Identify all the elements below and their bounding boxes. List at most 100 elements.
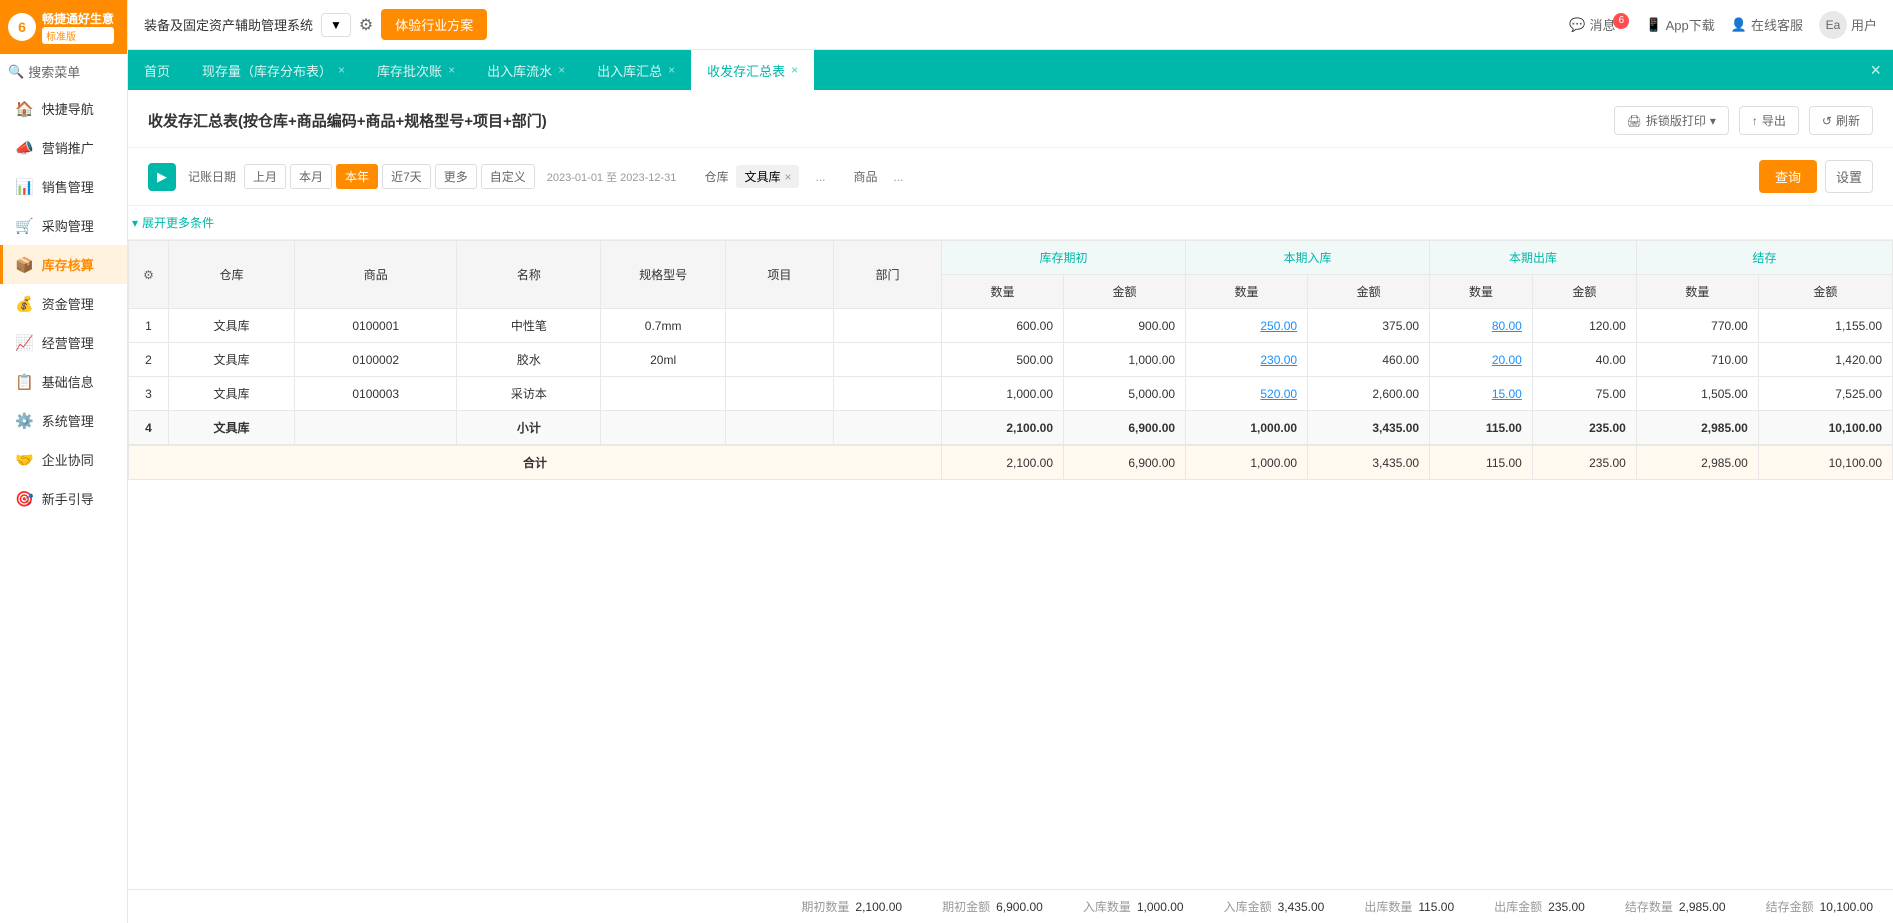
tab-receive-summary[interactable]: 收发存汇总表 ×: [691, 50, 814, 90]
tab-summary[interactable]: 出入库汇总 ×: [581, 50, 691, 90]
bottom-in-amt: 入库金额 3,435.00: [1224, 898, 1325, 915]
page-title: 收发存汇总表(按仓库+商品编码+商品+规格型号+项目+部门): [148, 110, 547, 131]
logo-text: 畅捷通好生意 标准版: [42, 10, 114, 44]
report-header: 收发存汇总表(按仓库+商品编码+商品+规格型号+项目+部门) 🖨 拆锁版打印 ▾…: [128, 90, 1893, 148]
goods-more-dots[interactable]: ...: [894, 170, 904, 184]
this-month-btn[interactable]: 本月: [290, 164, 332, 189]
message-item[interactable]: 💬 消息 6: [1569, 15, 1629, 34]
sidebar-item-operation[interactable]: 📈 经营管理: [0, 323, 127, 362]
table-row-warehouse: 文具库: [169, 377, 295, 411]
table-row-project: [725, 411, 833, 446]
close-all-tabs-icon[interactable]: ×: [1870, 60, 1893, 81]
filter-toggle-button[interactable]: ▶: [148, 163, 176, 191]
custom-date-btn[interactable]: 自定义: [481, 164, 535, 189]
sidebar-item-enterprise[interactable]: 🤝 企业协同: [0, 440, 127, 479]
warehouse-tag: 文具库 ×: [736, 165, 799, 188]
table-footer: 合计 2,100.00 6,900.00 1,000.00 3,435.00 1…: [129, 445, 1893, 480]
this-year-btn[interactable]: 本年: [336, 164, 378, 189]
more-date-btn[interactable]: 更多: [435, 164, 477, 189]
table-row-balance-qty: 1,505.00: [1636, 377, 1758, 411]
last-7days-btn[interactable]: 近7天: [382, 164, 431, 189]
goods-spec-header: 规格型号: [601, 241, 725, 309]
sidebar-item-sales[interactable]: 📊 销售管理: [0, 167, 127, 206]
sidebar-item-quick-nav[interactable]: 🏠 快捷导航: [0, 89, 127, 128]
table-row-in-qty[interactable]: 230.00: [1186, 343, 1308, 377]
refresh-button[interactable]: ↺ 刷新: [1809, 106, 1873, 135]
refresh-icon: ↺: [1822, 114, 1832, 128]
trial-button[interactable]: 体验行业方案: [381, 9, 487, 40]
table-settings-header[interactable]: ⚙: [129, 241, 169, 309]
warehouse-more-dots[interactable]: ...: [815, 170, 825, 184]
expand-button[interactable]: ▾ 展开更多条件: [132, 214, 1889, 231]
gear-icon[interactable]: ⚙: [359, 15, 373, 35]
tab-close-flow[interactable]: ×: [558, 63, 565, 77]
balance-amt-header: 金额: [1758, 275, 1892, 309]
table-row-in-amt: 2,600.00: [1308, 377, 1430, 411]
query-button[interactable]: 查询: [1759, 160, 1817, 193]
table-row-balance-qty: 770.00: [1636, 309, 1758, 343]
sidebar-item-guide[interactable]: 🎯 新手引导: [0, 479, 127, 518]
sidebar-item-system[interactable]: ⚙️ 系统管理: [0, 401, 127, 440]
last-month-btn[interactable]: 上月: [244, 164, 286, 189]
table-row-project: [725, 343, 833, 377]
print-icon: 🖨: [1627, 114, 1642, 128]
table-row-code: 0100001: [295, 309, 457, 343]
footer-balance-qty: 2,985.00: [1636, 445, 1758, 480]
table-row-in-qty[interactable]: 250.00: [1186, 309, 1308, 343]
table-row-in-amt: 3,435.00: [1308, 411, 1430, 446]
table-row-code: [295, 411, 457, 446]
table-row-opening-qty: 2,100.00: [942, 411, 1064, 446]
report-container: 收发存汇总表(按仓库+商品编码+商品+规格型号+项目+部门) 🖨 拆锁版打印 ▾…: [128, 90, 1893, 889]
footer-opening-qty: 2,100.00: [942, 445, 1064, 480]
table-row-spec: [601, 411, 725, 446]
sidebar-item-purchase[interactable]: 🛒 采购管理: [0, 206, 127, 245]
sidebar-item-basic[interactable]: 📋 基础信息: [0, 362, 127, 401]
table-row-opening-qty: 1,000.00: [942, 377, 1064, 411]
bottom-in-qty: 入库数量 1,000.00: [1083, 898, 1184, 915]
sidebar-item-marketing[interactable]: 📣 营销推广: [0, 128, 127, 167]
tab-batch-ledger[interactable]: 库存批次账 ×: [361, 50, 471, 90]
table-row-out-qty[interactable]: 15.00: [1430, 377, 1533, 411]
search-menu-item[interactable]: 🔍 搜索菜单: [0, 54, 127, 89]
sidebar-item-inventory[interactable]: 📦 库存核算: [0, 245, 127, 284]
tab-home[interactable]: 首页: [128, 50, 186, 90]
app-download-item[interactable]: 📱 App下载: [1645, 15, 1714, 34]
bottom-opening-qty: 期初数量 2,100.00: [801, 898, 902, 915]
table-row-warehouse: 文具库: [169, 309, 295, 343]
table-row-in-qty[interactable]: 520.00: [1186, 377, 1308, 411]
table-row-out-qty[interactable]: 80.00: [1430, 309, 1533, 343]
tab-flow[interactable]: 出入库流水 ×: [471, 50, 581, 90]
table-row-spec: 20ml: [601, 343, 725, 377]
footer-opening-amt: 6,900.00: [1064, 445, 1186, 480]
footer-out-qty: 115.00: [1430, 445, 1533, 480]
table-row-name: 中性笔: [457, 309, 601, 343]
system-icon: ⚙️: [15, 412, 34, 430]
export-button[interactable]: ↑ 导出: [1739, 106, 1799, 135]
table-row-dept: [833, 411, 941, 446]
table-row-dept: [833, 377, 941, 411]
online-service-item[interactable]: 👤 在线客服: [1731, 15, 1803, 34]
warehouse-tag-close[interactable]: ×: [784, 170, 791, 184]
avatar: Ea: [1819, 11, 1847, 39]
tab-close-stock-dist[interactable]: ×: [338, 63, 345, 77]
tab-close-receive-summary[interactable]: ×: [791, 63, 798, 77]
tab-close-summary[interactable]: ×: [668, 63, 675, 77]
table-row-warehouse: 文具库: [169, 343, 295, 377]
table-row-balance-amt: 7,525.00: [1758, 377, 1892, 411]
bottom-bar: 期初数量 2,100.00 期初金额 6,900.00 入库数量 1,000.0…: [128, 889, 1893, 923]
topbar-left: 装备及固定资产辅助管理系统 ▼ ⚙ 体验行业方案: [144, 9, 487, 40]
table-row-out-qty[interactable]: 20.00: [1430, 343, 1533, 377]
tab-stock-dist[interactable]: 现存量（库存分布表） ×: [186, 50, 361, 90]
tab-close-batch-ledger[interactable]: ×: [448, 63, 455, 77]
settings-button[interactable]: 设置: [1825, 160, 1873, 193]
table-row-name: 胶水: [457, 343, 601, 377]
system-dropdown[interactable]: ▼: [321, 13, 351, 37]
print-button[interactable]: 🖨 拆锁版打印 ▾: [1614, 106, 1729, 135]
user-item[interactable]: Ea 用户: [1819, 11, 1877, 39]
date-range-display: 2023-01-01 至 2023-12-31: [547, 169, 677, 185]
bottom-balance-qty: 结存数量 2,985.00: [1625, 898, 1726, 915]
sidebar-item-finance[interactable]: 💰 资金管理: [0, 284, 127, 323]
table-row-balance-amt: 1,155.00: [1758, 309, 1892, 343]
table-row-opening-amt: 900.00: [1064, 309, 1186, 343]
footer-out-amt: 235.00: [1532, 445, 1636, 480]
